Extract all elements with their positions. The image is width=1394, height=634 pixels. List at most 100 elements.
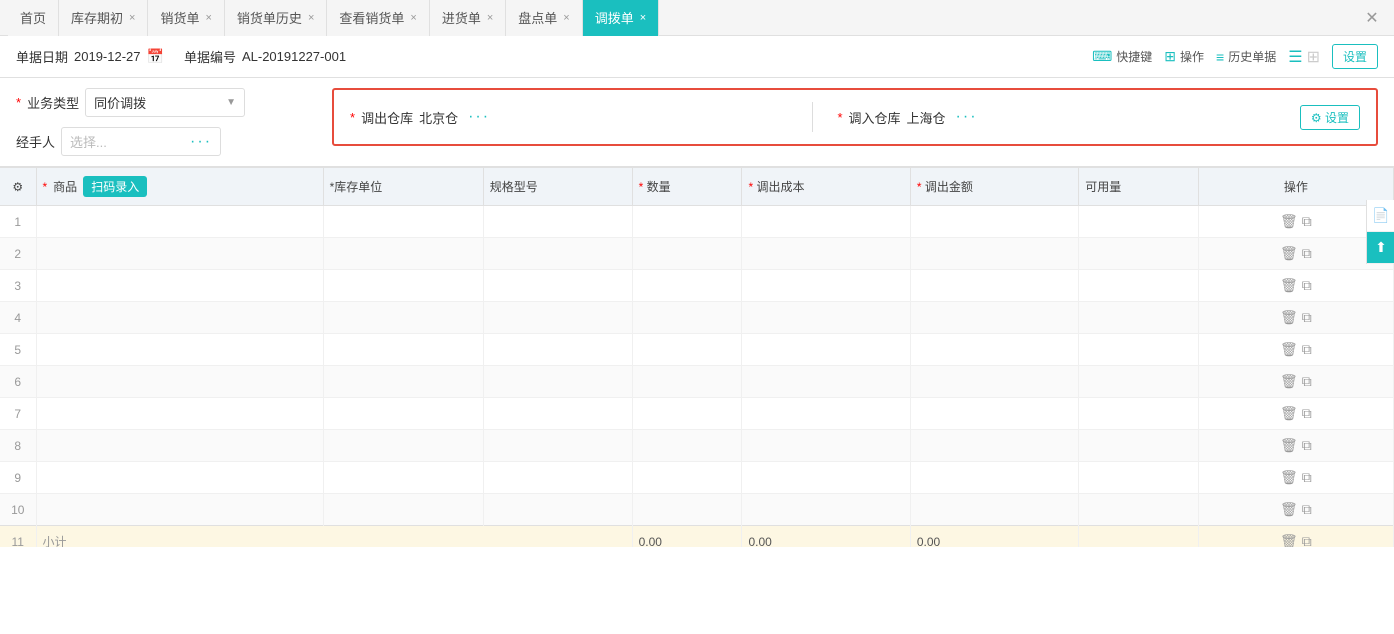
calendar-icon[interactable]: 📅 — [147, 48, 164, 65]
operations-button[interactable]: ⊞ 操作 — [1164, 48, 1204, 65]
cell-product[interactable] — [36, 430, 323, 462]
settings-button[interactable]: 设置 — [1332, 44, 1378, 69]
scan-barcode-button[interactable]: 扫码录入 — [83, 176, 147, 197]
delete-icon[interactable]: 🗑 — [1280, 373, 1298, 390]
cell-qty[interactable] — [632, 366, 742, 398]
history-docs-button[interactable]: ≡ 历史单据 — [1216, 48, 1276, 65]
copy-icon[interactable]: ⧉ — [1302, 373, 1312, 390]
copy-icon[interactable]: ⧉ — [1302, 245, 1312, 262]
date-value: 2019-12-27 — [74, 49, 141, 64]
warehouse-settings-button[interactable]: ⚙ 设置 — [1300, 105, 1360, 130]
col-gear[interactable]: ⚙ — [0, 168, 36, 206]
cell-product[interactable] — [36, 398, 323, 430]
delete-icon[interactable]: 🗑 — [1280, 533, 1298, 547]
tab-purchase-order[interactable]: 进货单 × — [430, 0, 506, 36]
tab-sales-order[interactable]: 销货单 × — [148, 0, 224, 36]
cell-qty[interactable] — [632, 334, 742, 366]
delete-icon[interactable]: 🗑 — [1280, 501, 1298, 518]
cell-qty[interactable] — [632, 270, 742, 302]
copy-icon[interactable]: ⧉ — [1302, 469, 1312, 486]
tab-transfer-close[interactable]: × — [640, 12, 646, 24]
copy-icon[interactable]: ⧉ — [1302, 277, 1312, 294]
copy-icon[interactable]: ⧉ — [1302, 309, 1312, 326]
delete-icon[interactable]: 🗑 — [1280, 405, 1298, 422]
window-close-button[interactable]: ✕ — [1358, 4, 1386, 32]
table-row: 6 🗑 ⧉ — [0, 366, 1394, 398]
cell-available — [1079, 430, 1199, 462]
cell-product[interactable] — [36, 334, 323, 366]
cell-cost[interactable] — [742, 334, 910, 366]
col-product-label: 商品 — [53, 178, 77, 195]
delete-icon[interactable]: 🗑 — [1280, 437, 1298, 454]
row-num: 8 — [0, 430, 36, 462]
cell-qty[interactable] — [632, 398, 742, 430]
cell-cost[interactable] — [742, 398, 910, 430]
tab-sales-history-close[interactable]: × — [308, 12, 314, 24]
delete-icon[interactable]: 🗑 — [1280, 469, 1298, 486]
copy-icon[interactable]: ⧉ — [1302, 405, 1312, 422]
delete-icon[interactable]: 🗑 — [1280, 341, 1298, 358]
biz-type-select[interactable]: 同价调拨 ▼ — [85, 88, 245, 117]
cell-action: 🗑 ⧉ — [1198, 302, 1393, 334]
tab-stocktake[interactable]: 盘点单 × — [506, 0, 582, 36]
sidebar-share-icon[interactable]: ⬆ — [1367, 232, 1394, 264]
cell-amount — [910, 430, 1078, 462]
tab-home[interactable]: 首页 — [8, 0, 59, 36]
tab-view-sales-close[interactable]: × — [410, 12, 416, 24]
tab-stocktake-close[interactable]: × — [563, 12, 569, 24]
cell-qty[interactable] — [632, 430, 742, 462]
sidebar-doc-icon[interactable]: 📄 — [1367, 200, 1394, 232]
tab-purchase-order-close[interactable]: × — [487, 12, 493, 24]
toolbar-right: ⌨ 快捷键 ⊞ 操作 ≡ 历史单据 ☰ ⊞ 设置 — [1092, 44, 1378, 69]
copy-icon[interactable]: ⧉ — [1302, 341, 1312, 358]
tab-transfer-label: 调拨单 — [595, 8, 634, 27]
cell-cost[interactable] — [742, 494, 910, 526]
cell-qty[interactable] — [632, 494, 742, 526]
copy-icon[interactable]: ⧉ — [1302, 501, 1312, 518]
cell-cost[interactable] — [742, 206, 910, 238]
layout-list-icon[interactable]: ☰ — [1288, 47, 1302, 67]
tab-sales-history[interactable]: 销货单历史 × — [225, 0, 327, 36]
copy-icon[interactable]: ⧉ — [1302, 437, 1312, 454]
cell-cost[interactable] — [742, 238, 910, 270]
tab-view-sales[interactable]: 查看销货单 × — [327, 0, 429, 36]
handler-dots-icon[interactable]: ··· — [190, 133, 212, 151]
tab-transfer[interactable]: 调拨单 × — [583, 0, 659, 36]
delete-icon[interactable]: 🗑 — [1280, 277, 1298, 294]
copy-icon[interactable]: ⧉ — [1302, 213, 1312, 230]
layout-grid-icon[interactable]: ⊞ — [1307, 47, 1320, 67]
cell-qty[interactable] — [632, 302, 742, 334]
copy-icon[interactable]: ⧉ — [1302, 533, 1312, 547]
cell-product[interactable] — [36, 494, 323, 526]
cell-cost[interactable] — [742, 302, 910, 334]
cell-product[interactable] — [36, 462, 323, 494]
delete-icon[interactable]: 🗑 — [1280, 309, 1298, 326]
table-gear-icon[interactable]: ⚙ — [12, 180, 23, 194]
transfer-out-dots-icon[interactable]: ··· — [468, 108, 490, 126]
cell-action: 🗑 ⧉ — [1198, 494, 1393, 526]
cell-cost[interactable] — [742, 430, 910, 462]
handler-select[interactable]: 选择... ··· — [61, 127, 221, 156]
cell-qty[interactable] — [632, 206, 742, 238]
delete-icon[interactable]: 🗑 — [1280, 245, 1298, 262]
cell-qty[interactable] — [632, 238, 742, 270]
subtotal-cost: 0.00 — [742, 526, 910, 548]
cell-product[interactable] — [36, 366, 323, 398]
tab-inventory-init-close[interactable]: × — [129, 12, 135, 24]
cell-product[interactable] — [36, 238, 323, 270]
cell-qty[interactable] — [632, 462, 742, 494]
cell-cost[interactable] — [742, 462, 910, 494]
cell-product[interactable] — [36, 302, 323, 334]
cell-amount — [910, 334, 1078, 366]
cell-cost[interactable] — [742, 270, 910, 302]
cell-product[interactable] — [36, 270, 323, 302]
cell-amount — [910, 494, 1078, 526]
shortcuts-button[interactable]: ⌨ 快捷键 — [1092, 48, 1152, 65]
transfer-in-dots-icon[interactable]: ··· — [956, 108, 978, 126]
cell-cost[interactable] — [742, 366, 910, 398]
cell-unit — [323, 494, 483, 526]
cell-product[interactable] — [36, 206, 323, 238]
tab-inventory-init[interactable]: 库存期初 × — [59, 0, 148, 36]
tab-sales-order-close[interactable]: × — [205, 12, 211, 24]
delete-icon[interactable]: 🗑 — [1280, 213, 1298, 230]
